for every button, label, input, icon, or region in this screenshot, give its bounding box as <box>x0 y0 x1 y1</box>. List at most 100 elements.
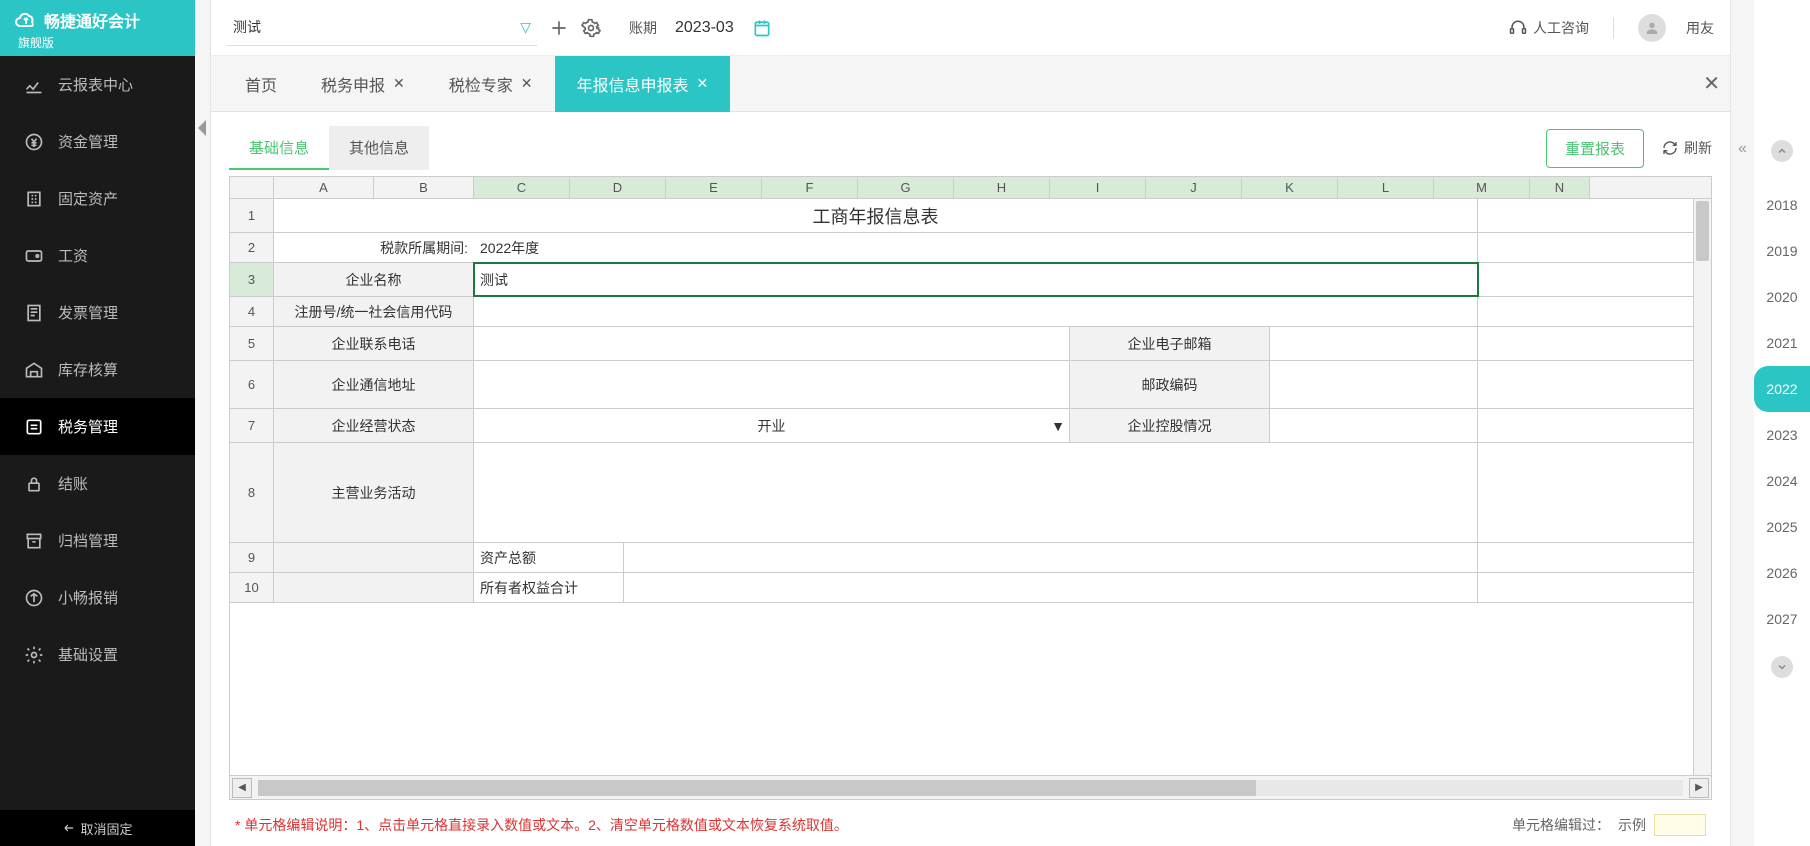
row-header[interactable]: 8 <box>230 443 274 542</box>
scrollbar-thumb[interactable] <box>258 780 1256 796</box>
sidebar-item-inventory[interactable]: 库存核算 <box>0 341 195 398</box>
cell-phone-label[interactable]: 企业联系电话 <box>274 327 474 360</box>
year-2026[interactable]: 2026 <box>1754 550 1810 596</box>
tab-tax-expert[interactable]: 税检专家✕ <box>427 56 555 112</box>
cell-email-value[interactable] <box>1270 327 1478 360</box>
settings-icon[interactable] <box>581 18 601 38</box>
cell-regno-label[interactable]: 注册号/统一社会信用代码 <box>274 297 474 326</box>
expand-panel-icon[interactable]: « <box>1738 140 1747 158</box>
vertical-scrollbar[interactable] <box>1693 199 1711 775</box>
cell-period-value[interactable]: 2022年度 <box>474 233 1478 262</box>
corner-cell[interactable] <box>230 177 274 198</box>
sidebar-item-funds[interactable]: 资金管理 <box>0 113 195 170</box>
sidebar-item-fixed-assets[interactable]: 固定资产 <box>0 170 195 227</box>
col-header[interactable]: M <box>1434 177 1530 198</box>
cell-mainbiz-value[interactable] <box>474 443 1478 542</box>
reset-report-button[interactable]: 重置报表 <box>1546 129 1644 168</box>
cell-total-assets-value[interactable] <box>624 543 1478 572</box>
cell-mainbiz-label[interactable]: 主营业务活动 <box>274 443 474 542</box>
year-2027[interactable]: 2027 <box>1754 596 1810 642</box>
subtab-basic-info[interactable]: 基础信息 <box>229 126 329 170</box>
cell-email-label[interactable]: 企业电子邮箱 <box>1070 327 1270 360</box>
year-2020[interactable]: 2020 <box>1754 274 1810 320</box>
cell-blank-label2[interactable] <box>274 573 474 602</box>
cell-postcode-value[interactable] <box>1270 361 1478 408</box>
cell-period-label[interactable]: 税款所属期间: <box>274 233 474 262</box>
year-2018[interactable]: 2018 <box>1754 182 1810 228</box>
cell-address-label[interactable]: 企业通信地址 <box>274 361 474 408</box>
col-header[interactable]: K <box>1242 177 1338 198</box>
year-2019[interactable]: 2019 <box>1754 228 1810 274</box>
cell-regno-value[interactable] <box>474 297 1478 326</box>
col-header[interactable]: N <box>1530 177 1590 198</box>
col-header[interactable]: F <box>762 177 858 198</box>
year-2022[interactable]: 2022 <box>1754 366 1810 412</box>
sidebar-item-settings[interactable]: 基础设置 <box>0 626 195 683</box>
year-2021[interactable]: 2021 <box>1754 320 1810 366</box>
cell-owner-equity-label[interactable]: 所有者权益合计 <box>474 573 624 602</box>
scroll-left-button[interactable]: ◀ <box>232 778 252 798</box>
tab-home[interactable]: 首页 <box>223 56 299 112</box>
avatar[interactable] <box>1638 14 1666 42</box>
col-header[interactable]: C <box>474 177 570 198</box>
tab-annual-report[interactable]: 年报信息申报表✕ <box>555 56 731 112</box>
scroll-track[interactable] <box>258 780 1683 796</box>
sidebar-item-tax[interactable]: 税务管理 <box>0 398 195 455</box>
col-header[interactable]: A <box>274 177 374 198</box>
sidebar-item-salary[interactable]: 工资 <box>0 227 195 284</box>
col-header[interactable]: I <box>1050 177 1146 198</box>
row-header[interactable]: 7 <box>230 409 274 442</box>
col-header[interactable]: G <box>858 177 954 198</box>
cell-owner-equity-value[interactable] <box>624 573 1478 602</box>
tab-tax-filing[interactable]: 税务申报✕ <box>299 56 427 112</box>
cell-holding-label[interactable]: 企业控股情况 <box>1070 409 1270 442</box>
row-header[interactable]: 3 <box>230 263 274 296</box>
row-header[interactable]: 6 <box>230 361 274 408</box>
scroll-up-years[interactable] <box>1771 140 1793 162</box>
cell-total-assets-label[interactable]: 资产总额 <box>474 543 624 572</box>
year-2023[interactable]: 2023 <box>1754 412 1810 458</box>
consult-button[interactable]: 人工咨询 <box>1509 18 1589 38</box>
col-header[interactable]: E <box>666 177 762 198</box>
sidebar-item-cloud-report[interactable]: 云报表中心 <box>0 56 195 113</box>
subtab-other-info[interactable]: 其他信息 <box>329 126 429 170</box>
row-header[interactable]: 2 <box>230 233 274 262</box>
sidebar-item-invoice[interactable]: 发票管理 <box>0 284 195 341</box>
cell-phone-value[interactable] <box>474 327 1070 360</box>
sidebar-item-expense[interactable]: 小畅报销 <box>0 569 195 626</box>
row-header[interactable]: 5 <box>230 327 274 360</box>
cell-address-value[interactable] <box>474 361 1070 408</box>
row-header[interactable]: 10 <box>230 573 274 602</box>
close-all-tabs-icon[interactable]: ✕ <box>1703 71 1720 96</box>
close-icon[interactable]: ✕ <box>521 75 533 92</box>
collapse-sidebar-button[interactable] <box>198 120 206 136</box>
scroll-down-years[interactable] <box>1771 656 1793 678</box>
year-2025[interactable]: 2025 <box>1754 504 1810 550</box>
company-selector[interactable]: 测试 ▽ <box>227 10 537 46</box>
sidebar-item-archive[interactable]: 归档管理 <box>0 512 195 569</box>
unpin-button[interactable]: 取消固定 <box>0 810 195 846</box>
plus-icon[interactable] <box>549 18 569 38</box>
row-header[interactable]: 9 <box>230 543 274 572</box>
year-2024[interactable]: 2024 <box>1754 458 1810 504</box>
cell-holding-value[interactable] <box>1270 409 1478 442</box>
calendar-icon[interactable] <box>752 18 772 38</box>
col-header[interactable]: D <box>570 177 666 198</box>
row-header[interactable]: 1 <box>230 199 274 232</box>
col-header[interactable]: B <box>374 177 474 198</box>
cell-status-label[interactable]: 企业经营状态 <box>274 409 474 442</box>
sidebar-item-closing[interactable]: 结账 <box>0 455 195 512</box>
scrollbar-thumb[interactable] <box>1696 201 1709 261</box>
row-header[interactable]: 4 <box>230 297 274 326</box>
refresh-button[interactable]: 刷新 <box>1662 138 1712 158</box>
col-header[interactable]: L <box>1338 177 1434 198</box>
scroll-right-button[interactable]: ▶ <box>1689 778 1709 798</box>
cell-blank-label[interactable] <box>274 543 474 572</box>
cell-company-name-value[interactable]: 测试 <box>474 263 1478 296</box>
col-header[interactable]: H <box>954 177 1050 198</box>
cell-company-name-label[interactable]: 企业名称 <box>274 263 474 296</box>
close-icon[interactable]: ✕ <box>697 75 709 92</box>
cell-status-value[interactable]: 开业▼ <box>474 409 1070 442</box>
col-header[interactable]: J <box>1146 177 1242 198</box>
cell-postcode-label[interactable]: 邮政编码 <box>1070 361 1270 408</box>
